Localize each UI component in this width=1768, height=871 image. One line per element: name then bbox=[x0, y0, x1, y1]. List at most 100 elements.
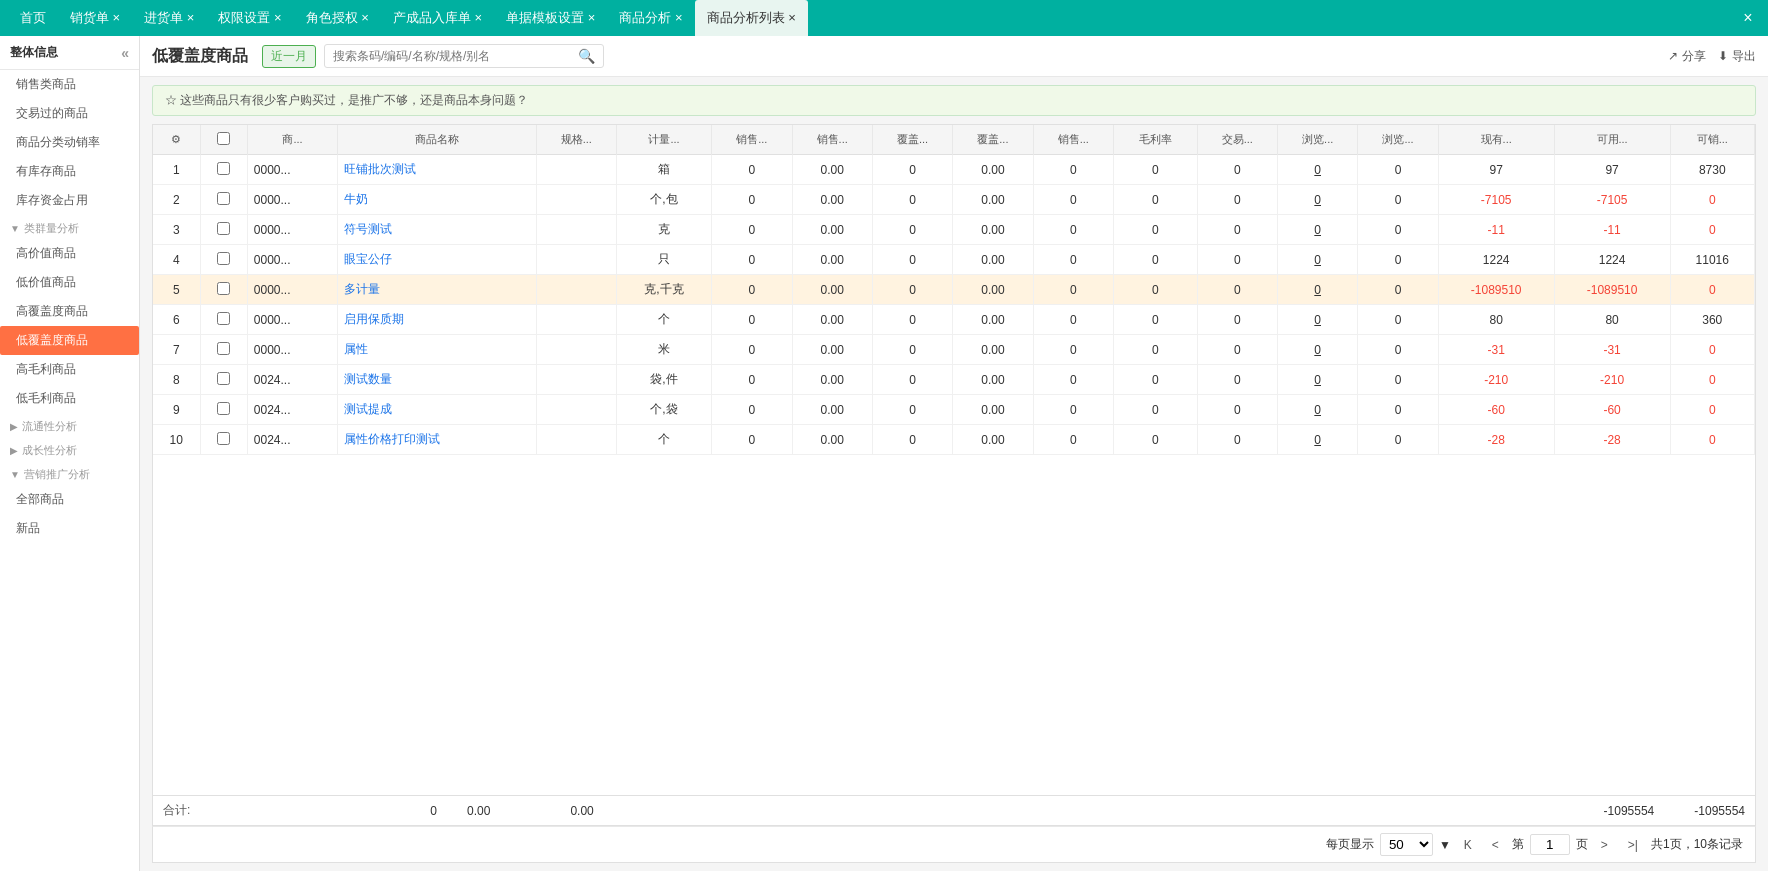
row-cov2: 0.00 bbox=[953, 365, 1033, 395]
row-checkbox[interactable] bbox=[200, 335, 247, 365]
first-page-button[interactable]: K bbox=[1457, 835, 1479, 855]
sidebar-item-high-margin[interactable]: 高毛利商品 bbox=[0, 355, 139, 384]
row-browse1[interactable]: 0 bbox=[1277, 155, 1357, 185]
col-sales1-header[interactable]: 销售... bbox=[712, 125, 792, 155]
page-size-select[interactable]: 50 100 200 bbox=[1380, 833, 1433, 856]
row-checkbox[interactable] bbox=[200, 185, 247, 215]
select-all-checkbox[interactable] bbox=[217, 132, 230, 145]
sidebar-item-new-products[interactable]: 新品 bbox=[0, 514, 139, 543]
row-code: 0000... bbox=[247, 245, 337, 275]
row-browse1[interactable]: 0 bbox=[1277, 365, 1357, 395]
row-profit: 0 bbox=[1113, 425, 1197, 455]
row-browse1[interactable]: 0 bbox=[1277, 245, 1357, 275]
table-row: 7 0000... 属性 米 0 0.00 0 0.00 0 0 0 0 0 -… bbox=[153, 335, 1755, 365]
row-browse1[interactable]: 0 bbox=[1277, 395, 1357, 425]
row-name[interactable]: 属性价格打印测试 bbox=[338, 425, 536, 455]
row-num: 9 bbox=[153, 395, 200, 425]
sidebar-item-all-products[interactable]: 全部商品 bbox=[0, 485, 139, 514]
row-name[interactable]: 旺铺批次测试 bbox=[338, 155, 536, 185]
sidebar-item-low-coverage[interactable]: 低覆盖度商品 bbox=[0, 326, 139, 355]
col-unit-header[interactable]: 计量... bbox=[616, 125, 711, 155]
sidebar-item-low-margin[interactable]: 低毛利商品 bbox=[0, 384, 139, 413]
sidebar-section-cluster[interactable]: ▼ 类群量分析 bbox=[0, 215, 139, 239]
row-sellable: 360 bbox=[1670, 305, 1754, 335]
page-number-input[interactable] bbox=[1530, 834, 1570, 855]
nav-permissions[interactable]: 权限设置 × bbox=[206, 0, 293, 36]
col-profit-header[interactable]: 毛利率 bbox=[1113, 125, 1197, 155]
row-cov1: 0 bbox=[872, 245, 952, 275]
row-spec bbox=[536, 245, 616, 275]
row-name[interactable]: 测试数量 bbox=[338, 365, 536, 395]
time-filter-button[interactable]: 近一月 bbox=[262, 45, 316, 68]
row-browse1[interactable]: 0 bbox=[1277, 185, 1357, 215]
row-unit: 个 bbox=[616, 425, 711, 455]
nav-product-analysis[interactable]: 商品分析 × bbox=[607, 0, 694, 36]
nav-role-auth[interactable]: 角色授权 × bbox=[294, 0, 381, 36]
row-checkbox[interactable] bbox=[200, 365, 247, 395]
row-checkbox[interactable] bbox=[200, 245, 247, 275]
row-checkbox[interactable] bbox=[200, 215, 247, 245]
sidebar-item-category-turnover[interactable]: 商品分类动销率 bbox=[0, 128, 139, 157]
row-unit: 克,千克 bbox=[616, 275, 711, 305]
row-browse1[interactable]: 0 bbox=[1277, 335, 1357, 365]
next-page-button[interactable]: > bbox=[1594, 835, 1615, 855]
nav-product-analysis-list[interactable]: 商品分析列表 × bbox=[695, 0, 808, 36]
col-code-header[interactable]: 商... bbox=[247, 125, 337, 155]
close-button[interactable]: × bbox=[1736, 6, 1760, 30]
share-button[interactable]: ↗ 分享 bbox=[1668, 48, 1706, 65]
row-name[interactable]: 属性 bbox=[338, 335, 536, 365]
col-browse1-header[interactable]: 浏览... bbox=[1277, 125, 1357, 155]
export-button[interactable]: ⬇ 导出 bbox=[1718, 48, 1756, 65]
row-checkbox[interactable] bbox=[200, 275, 247, 305]
nav-purchase-order[interactable]: 进货单 × bbox=[132, 0, 206, 36]
col-spec-header[interactable]: 规格... bbox=[536, 125, 616, 155]
row-checkbox[interactable] bbox=[200, 425, 247, 455]
row-checkbox[interactable] bbox=[200, 155, 247, 185]
col-current-header[interactable]: 现有... bbox=[1438, 125, 1554, 155]
row-browse1[interactable]: 0 bbox=[1277, 215, 1357, 245]
col-cov1-header[interactable]: 覆盖... bbox=[872, 125, 952, 155]
sidebar-section-circulation[interactable]: ▶ 流通性分析 bbox=[0, 413, 139, 437]
col-available-header[interactable]: 可用... bbox=[1554, 125, 1670, 155]
row-name[interactable]: 牛奶 bbox=[338, 185, 536, 215]
sidebar-item-inventory-capital[interactable]: 库存资金占用 bbox=[0, 186, 139, 215]
col-trans-header[interactable]: 交易... bbox=[1197, 125, 1277, 155]
sidebar-section-marketing[interactable]: ▼ 营销推广分析 bbox=[0, 461, 139, 485]
row-spec bbox=[536, 275, 616, 305]
sidebar-item-high-value[interactable]: 高价值商品 bbox=[0, 239, 139, 268]
row-name[interactable]: 符号测试 bbox=[338, 215, 536, 245]
col-browse2-header[interactable]: 浏览... bbox=[1358, 125, 1438, 155]
search-input[interactable] bbox=[333, 49, 578, 63]
col-sales2-header[interactable]: 销售... bbox=[792, 125, 872, 155]
sidebar-item-sales-products[interactable]: 销售类商品 bbox=[0, 70, 139, 99]
col-sales3-header[interactable]: 销售... bbox=[1033, 125, 1113, 155]
col-sellable-header[interactable]: 可销... bbox=[1670, 125, 1754, 155]
nav-home[interactable]: 首页 bbox=[8, 0, 58, 36]
prev-page-button[interactable]: < bbox=[1485, 835, 1506, 855]
sidebar-item-low-value[interactable]: 低价值商品 bbox=[0, 268, 139, 297]
col-name-header[interactable]: 商品名称 bbox=[338, 125, 536, 155]
sidebar-item-traded-products[interactable]: 交易过的商品 bbox=[0, 99, 139, 128]
row-browse1[interactable]: 0 bbox=[1277, 305, 1357, 335]
row-name[interactable]: 眼宝公仔 bbox=[338, 245, 536, 275]
sidebar-item-stocked-products[interactable]: 有库存商品 bbox=[0, 157, 139, 186]
nav-product-stock[interactable]: 产成品入库单 × bbox=[381, 0, 494, 36]
row-sales3: 0 bbox=[1033, 155, 1113, 185]
last-page-button[interactable]: >| bbox=[1621, 835, 1645, 855]
row-name[interactable]: 多计量 bbox=[338, 275, 536, 305]
row-name[interactable]: 测试提成 bbox=[338, 395, 536, 425]
row-checkbox[interactable] bbox=[200, 305, 247, 335]
nav-template-settings[interactable]: 单据模板设置 × bbox=[494, 0, 607, 36]
row-checkbox[interactable] bbox=[200, 395, 247, 425]
sidebar-toggle-button[interactable]: « bbox=[121, 45, 129, 61]
row-browse1[interactable]: 0 bbox=[1277, 425, 1357, 455]
row-browse2: 0 bbox=[1358, 305, 1438, 335]
row-available: -210 bbox=[1554, 365, 1670, 395]
nav-sales-order[interactable]: 销货单 × bbox=[58, 0, 132, 36]
col-cov2-header[interactable]: 覆盖... bbox=[953, 125, 1033, 155]
row-name[interactable]: 启用保质期 bbox=[338, 305, 536, 335]
col-settings[interactable]: ⚙ bbox=[153, 125, 200, 155]
sidebar-section-growth[interactable]: ▶ 成长性分析 bbox=[0, 437, 139, 461]
row-browse1[interactable]: 0 bbox=[1277, 275, 1357, 305]
sidebar-item-high-coverage[interactable]: 高覆盖度商品 bbox=[0, 297, 139, 326]
